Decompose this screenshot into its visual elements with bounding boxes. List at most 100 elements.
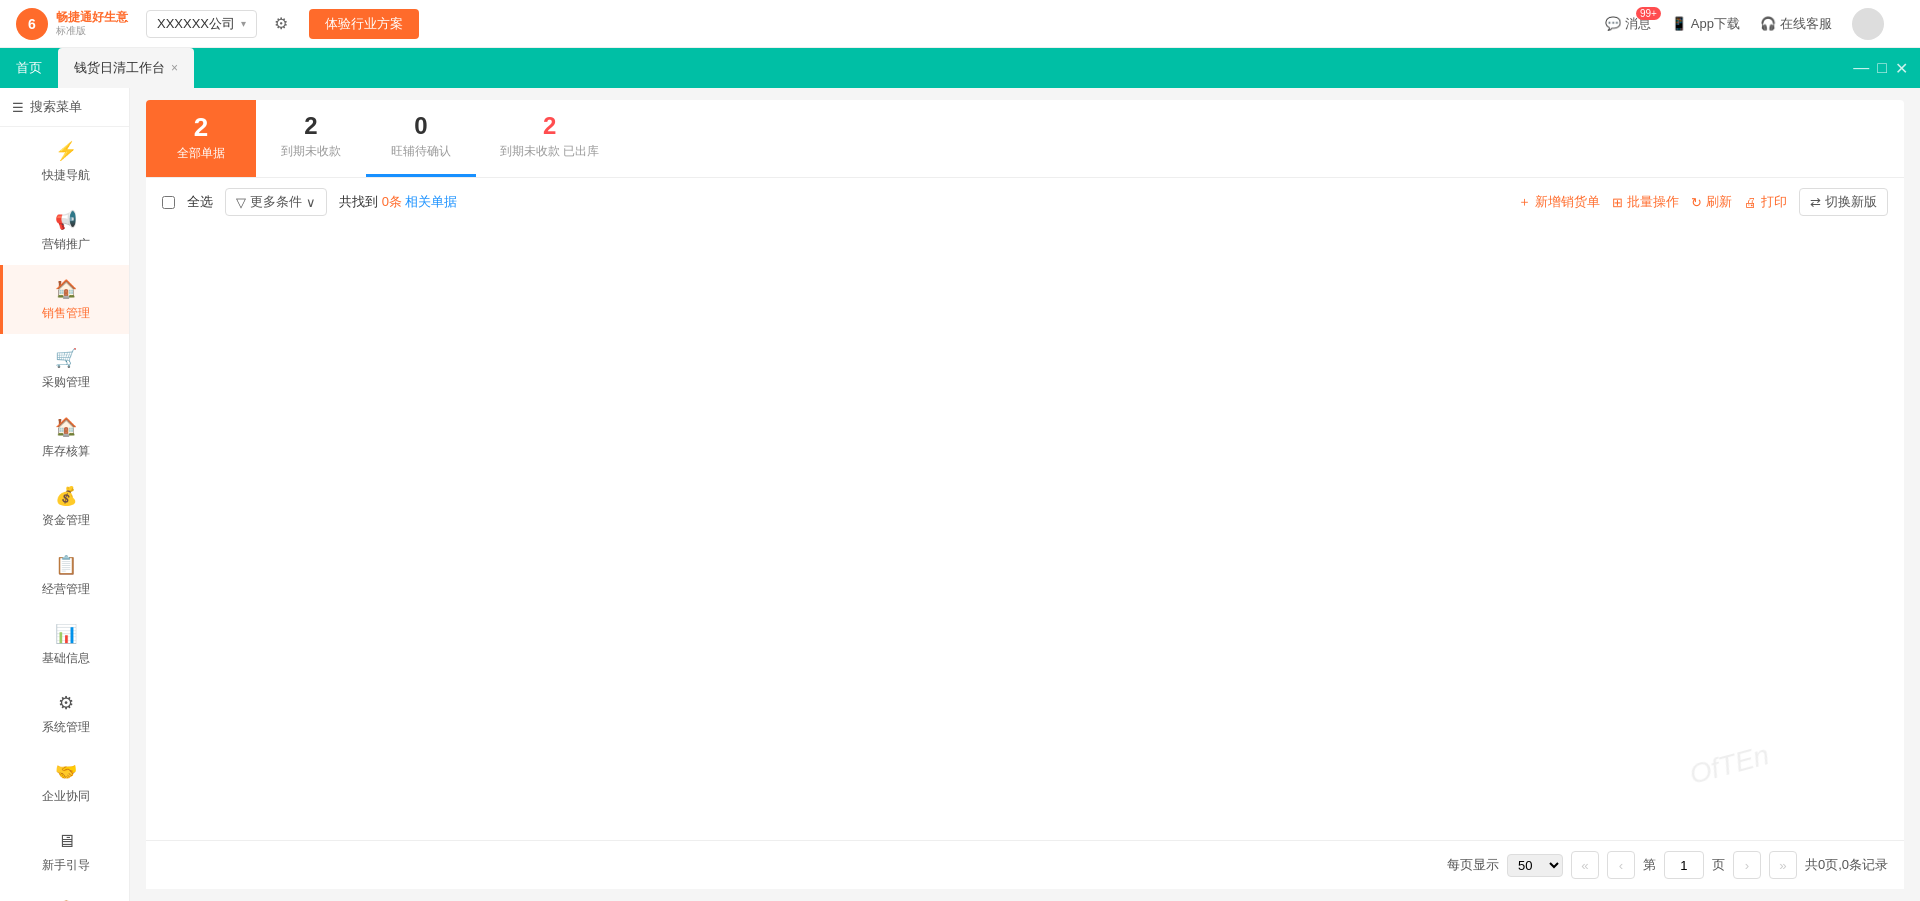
enterprise-icon: 🤝 (54, 760, 78, 784)
plus-icon: ＋ (1518, 193, 1531, 211)
tab-cashflow[interactable]: 钱货日清工作台 × (58, 48, 194, 88)
sidebar-label-basic-info: 基础信息 (42, 650, 90, 667)
logo-icon: 6 (16, 8, 48, 40)
page-size-select[interactable]: 50 10 20 100 (1507, 854, 1563, 877)
search-menu-btn[interactable]: ☰ 搜索菜单 (0, 88, 129, 127)
sidebar-label-guide: 新手引导 (42, 857, 90, 874)
stat-number-pending: 0 (414, 112, 427, 141)
content-area: 2 全部单据 2 到期未收款 0 旺辅待确认 2 到期未收款 已出库 全选 ▽ … (130, 88, 1920, 901)
logo-area: 6 畅捷通好生意 标准版 (16, 8, 146, 40)
sidebar-item-app-center[interactable]: 📦 应用中心 (0, 886, 129, 901)
settings-button[interactable]: ⚙ (265, 8, 297, 40)
stat-number-all: 2 (194, 112, 208, 143)
megaphone-icon: 📢 (54, 208, 78, 232)
industry-btn[interactable]: 体验行业方案 (309, 9, 419, 39)
prev-page-btn[interactable]: ‹ (1607, 851, 1635, 879)
last-page-btn[interactable]: » (1769, 851, 1797, 879)
stat-number-shipped: 2 (543, 112, 556, 141)
select-all-checkbox[interactable] (162, 196, 175, 209)
page-suffix: 页 (1712, 856, 1725, 874)
tab-home-label: 首页 (16, 59, 42, 77)
stat-tab-pending[interactable]: 0 旺辅待确认 (366, 100, 476, 177)
select-all-label: 全选 (187, 193, 213, 211)
gear-icon: ⚙ (274, 14, 288, 33)
filter-label: 更多条件 (250, 193, 302, 211)
basicinfo-icon: 📊 (54, 622, 78, 646)
print-btn[interactable]: 🖨 打印 (1744, 193, 1787, 211)
refresh-btn[interactable]: ↻ 刷新 (1691, 193, 1732, 211)
switch-version-btn[interactable]: ⇄ 切换新版 (1799, 188, 1888, 216)
logo-title: 畅捷通好生意 (56, 10, 128, 24)
message-badge: 99+ (1636, 7, 1661, 20)
lightning-icon: ⚡ (54, 139, 78, 163)
sales-icon: 🏠 (54, 277, 78, 301)
online-service-btn[interactable]: 🎧 在线客服 (1760, 15, 1832, 33)
menu-icon: ☰ (12, 100, 24, 115)
sidebar-label-enterprise: 企业协同 (42, 788, 90, 805)
window-minimize-btn[interactable]: — (1853, 59, 1869, 77)
new-sales-btn[interactable]: ＋ 新增销货单 (1518, 193, 1600, 211)
logo-text: 畅捷通好生意 标准版 (56, 10, 128, 36)
next-page-btn[interactable]: › (1733, 851, 1761, 879)
new-sales-label: 新增销货单 (1535, 193, 1600, 211)
total-records: 共0页,0条记录 (1805, 856, 1888, 874)
window-maximize-btn[interactable]: □ (1877, 59, 1887, 77)
sidebar-item-guide[interactable]: 🖥 新手引导 (0, 817, 129, 886)
page-input[interactable] (1664, 851, 1704, 879)
system-icon: ⚙ (54, 691, 78, 715)
print-label: 打印 (1761, 193, 1787, 211)
stat-label-overdue: 到期未收款 (281, 143, 341, 160)
filter-icon: ▽ (236, 195, 246, 210)
main-layout: ☰ 搜索菜单 ⚡ 快捷导航 📢 营销推广 🏠 销售管理 🛒 采购管理 🏠 库存核… (0, 88, 1920, 901)
company-selector[interactable]: XXXXXX公司 ▾ (146, 10, 257, 38)
sidebar-item-operation[interactable]: 📋 经营管理 (0, 541, 129, 610)
guide-icon: 🖥 (54, 829, 78, 853)
message-icon: 💬 (1605, 16, 1621, 31)
sidebar-item-basic-info[interactable]: 📊 基础信息 (0, 610, 129, 679)
found-count: 0条 (382, 194, 402, 209)
tab-close-icon[interactable]: × (171, 61, 178, 75)
stats-tabs: 2 全部单据 2 到期未收款 0 旺辅待确认 2 到期未收款 已出库 (146, 100, 1904, 177)
window-close-btn[interactable]: ✕ (1895, 59, 1908, 78)
sidebar-item-capital[interactable]: 💰 资金管理 (0, 472, 129, 541)
sidebar-item-inventory[interactable]: 🏠 库存核算 (0, 403, 129, 472)
top-header: 6 畅捷通好生意 标准版 XXXXXX公司 ▾ ⚙ 体验行业方案 💬 消息 99… (0, 0, 1920, 48)
tab-bar: 首页 钱货日清工作台 × — □ ✕ (0, 48, 1920, 88)
operation-icon: 📋 (54, 553, 78, 577)
user-avatar[interactable] (1852, 8, 1884, 40)
switch-icon: ⇄ (1810, 195, 1821, 210)
sidebar-item-marketing[interactable]: 📢 营销推广 (0, 196, 129, 265)
sidebar-item-sales[interactable]: 🏠 销售管理 (0, 265, 129, 334)
sidebar-item-quick-nav[interactable]: ⚡ 快捷导航 (0, 127, 129, 196)
stat-tab-overdue[interactable]: 2 到期未收款 (256, 100, 366, 177)
sidebar-item-enterprise[interactable]: 🤝 企业协同 (0, 748, 129, 817)
related-records-link[interactable]: 相关单据 (405, 194, 457, 209)
cart-icon: 🛒 (54, 346, 78, 370)
batch-operation-btn[interactable]: ⊞ 批量操作 (1612, 193, 1679, 211)
stat-tab-shipped[interactable]: 2 到期未收款 已出库 (476, 100, 623, 177)
chevron-down-icon: ▾ (241, 18, 246, 29)
stat-tab-all[interactable]: 2 全部单据 (146, 100, 256, 177)
sidebar: ☰ 搜索菜单 ⚡ 快捷导航 📢 营销推广 🏠 销售管理 🛒 采购管理 🏠 库存核… (0, 88, 130, 901)
service-icon: 🎧 (1760, 16, 1776, 31)
tab-home[interactable]: 首页 (0, 48, 58, 88)
page-size-label: 每页显示 (1447, 856, 1499, 874)
sidebar-item-purchase[interactable]: 🛒 采购管理 (0, 334, 129, 403)
sidebar-label-sales: 销售管理 (42, 305, 90, 322)
inventory-icon: 🏠 (54, 415, 78, 439)
sidebar-label-system: 系统管理 (42, 719, 90, 736)
first-page-btn[interactable]: « (1571, 851, 1599, 879)
sidebar-item-system[interactable]: ⚙ 系统管理 (0, 679, 129, 748)
sidebar-label-capital: 资金管理 (42, 512, 90, 529)
sidebar-label-quick-nav: 快捷导航 (42, 167, 90, 184)
page-label: 第 (1643, 856, 1656, 874)
print-icon: 🖨 (1744, 195, 1757, 210)
message-btn[interactable]: 💬 消息 99+ (1605, 15, 1651, 33)
stat-label-shipped: 到期未收款 已出库 (500, 143, 599, 160)
sidebar-label-purchase: 采购管理 (42, 374, 90, 391)
sidebar-label-operation: 经营管理 (42, 581, 90, 598)
batch-label: 批量操作 (1627, 193, 1679, 211)
batch-icon: ⊞ (1612, 195, 1623, 210)
filter-btn[interactable]: ▽ 更多条件 ∨ (225, 188, 327, 216)
app-download-btn[interactable]: 📱 App下载 (1671, 15, 1740, 33)
